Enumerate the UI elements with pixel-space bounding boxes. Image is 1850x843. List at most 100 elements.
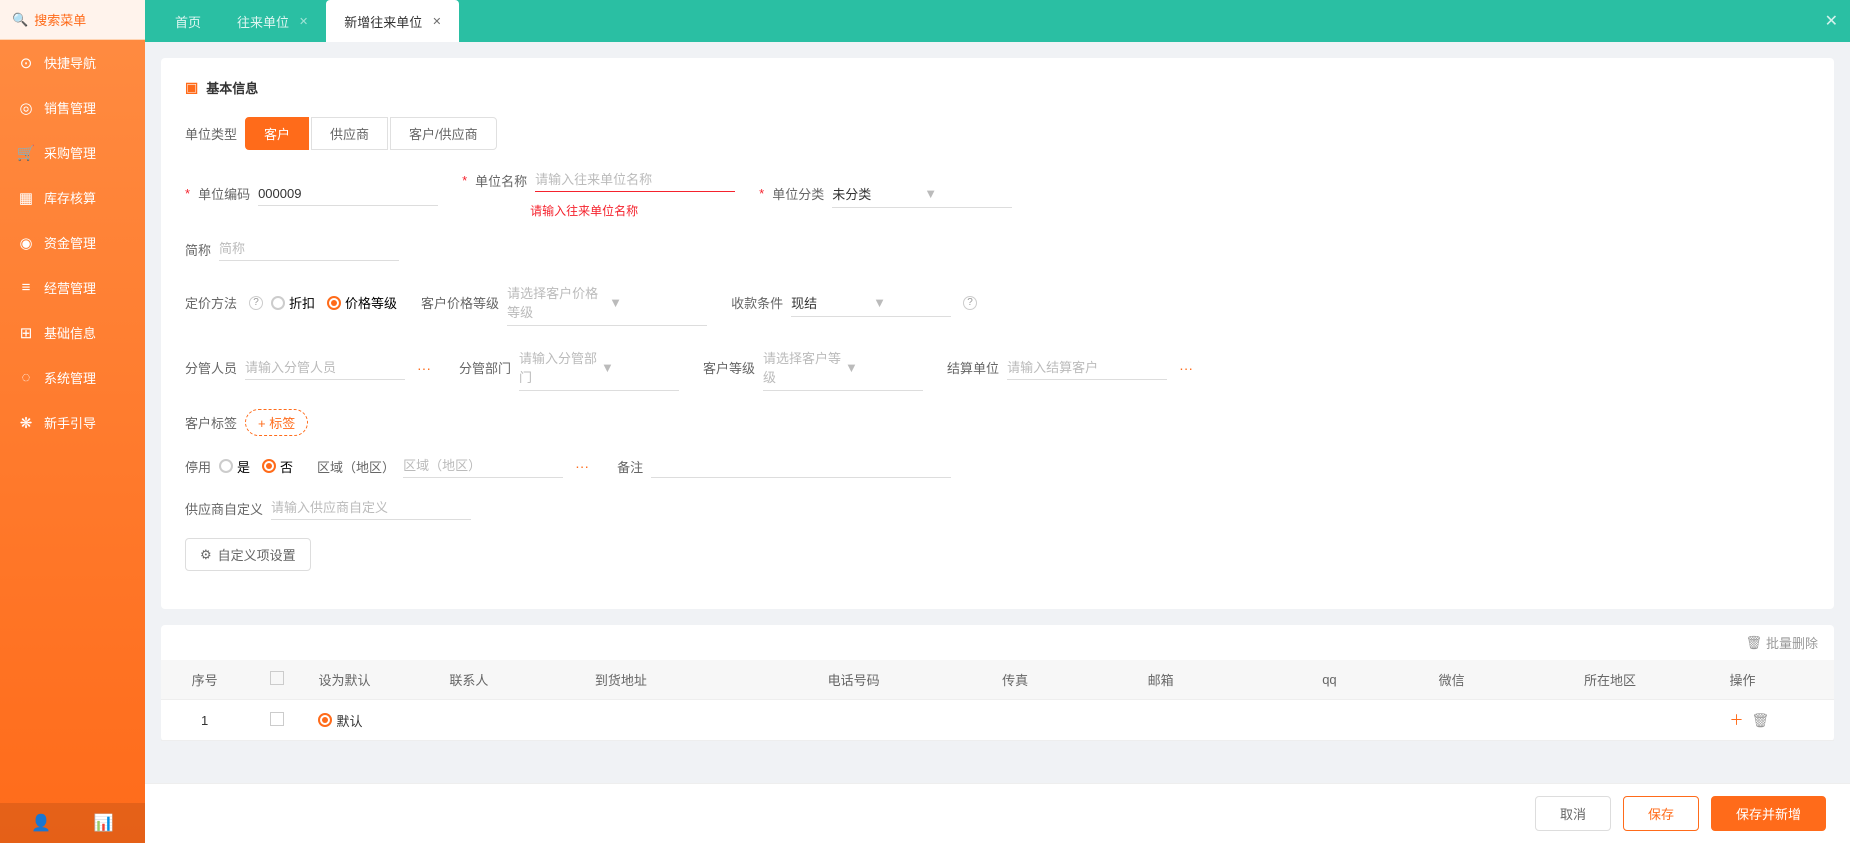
unit-category-select[interactable]: 未分类 ▼ [832,180,1012,208]
inventory-icon: ▦ [16,189,36,207]
manager-input[interactable] [245,356,405,380]
dept-chevron-icon: ▼ [601,360,679,375]
row-wechat[interactable] [1427,700,1572,741]
remarks-input[interactable] [651,454,951,478]
tab-new-partner-close[interactable]: ✕ [432,15,441,28]
row-email-input[interactable] [1148,713,1299,728]
table-header-row: 序号 设为默认 联系人 到货地址 [161,660,1834,700]
row-wechat-input[interactable] [1439,713,1560,728]
payment-info-icon[interactable]: ? [963,296,977,310]
row-phone-input[interactable] [828,713,979,728]
sidebar-item-inventory[interactable]: ▦ 库存核算 [0,175,145,220]
sidebar-item-purchase[interactable]: 🛒 采购管理 [0,130,145,175]
row-qq[interactable] [1310,700,1426,741]
save-button[interactable]: 保存 [1623,796,1699,831]
tab-partners-close[interactable]: ✕ [299,15,308,28]
tab-partners[interactable]: 往来单位 ✕ [219,0,326,42]
sidebar-search[interactable]: 🔍 搜索菜单 [0,0,145,40]
settlement-more-icon[interactable]: ··· [1175,360,1197,376]
pricing-info-icon[interactable]: ? [249,296,263,310]
sidebar-item-label: 资金管理 [44,233,96,252]
department-select[interactable]: 请输入分管部门 ▼ [519,344,679,391]
col-header-area: 所在地区 [1572,660,1717,700]
tab-new-partner[interactable]: 新增往来单位 ✕ [326,0,459,42]
tab-home[interactable]: 首页 [157,0,219,42]
row-address[interactable] [583,700,816,741]
unit-code-group: * 单位编码 [185,182,438,206]
unit-name-label: 单位名称 [475,171,527,190]
add-tag-label: + 标签 [258,413,295,432]
cancel-button[interactable]: 取消 [1535,796,1611,831]
section-title-icon: ▣ [185,79,198,96]
radio-yes[interactable]: 是 [219,457,250,476]
row-fax-input[interactable] [1002,713,1123,728]
row-phone[interactable] [816,700,991,741]
row-default-radio[interactable]: 默认 [318,711,425,730]
unit-category-value: 未分类 [832,184,920,203]
row-email[interactable] [1136,700,1311,741]
row-area[interactable] [1572,700,1717,741]
region-more-icon[interactable]: ··· [571,458,593,474]
row-checkbox-input[interactable] [270,712,284,726]
close-all-tabs[interactable]: ✕ [1825,11,1838,31]
row-default[interactable]: 默认 [306,700,437,741]
price-level-chevron-icon: ▼ [609,295,707,310]
settlement-label: 结算单位 [947,358,999,377]
department-group: 分管部门 请输入分管部门 ▼ [459,344,679,391]
row-address-input[interactable] [595,713,804,728]
sidebar-item-guide[interactable]: ❋ 新手引导 [0,400,145,445]
row-fax[interactable] [990,700,1135,741]
sidebar-item-operations[interactable]: ≡ 经营管理 [0,265,145,310]
row-qq-input[interactable] [1322,713,1414,728]
custom-settings-button[interactable]: ⚙ 自定义项设置 [185,538,311,571]
radio-no[interactable]: 否 [262,457,293,476]
supplier-custom-input[interactable] [271,496,471,520]
row-action: ＋ 🗑 [1718,700,1834,741]
row-contact-input[interactable] [449,713,570,728]
supplier-custom-group: 供应商自定义 [185,496,471,520]
sidebar-item-quick-nav[interactable]: ⊙ 快捷导航 [0,40,145,85]
payment-terms-select[interactable]: 现结 ▼ [791,289,951,317]
radio-price-level-label: 价格等级 [345,293,397,312]
radio-price-level[interactable]: 价格等级 [327,293,397,312]
payment-terms-label: 收款条件 [731,293,783,312]
batch-delete-button[interactable]: 🗑 批量删除 [1745,633,1818,652]
basic-info-icon: ⊞ [16,324,36,342]
type-btn-both[interactable]: 客户/供应商 [390,117,497,150]
row-checkbox[interactable] [248,700,306,741]
customer-level-select[interactable]: 请选择客户等级 ▼ [763,344,923,391]
unit-code-input[interactable] [258,182,438,206]
customer-level-placeholder: 请选择客户等级 [763,348,841,386]
region-input[interactable] [403,454,563,478]
manager-more-icon[interactable]: ··· [413,360,435,376]
save-new-button[interactable]: 保存并新增 [1711,796,1826,831]
unit-type-buttons: 客户 供应商 客户/供应商 [245,117,497,150]
row-delete-button[interactable]: 🗑 [1752,712,1770,729]
sidebar-item-finance[interactable]: ◉ 资金管理 [0,220,145,265]
unit-name-group: * 单位名称 请输入往来单位名称 [462,168,735,219]
sidebar-item-label: 基础信息 [44,323,96,342]
settlement-input[interactable] [1007,356,1167,380]
type-btn-customer[interactable]: 客户 [245,117,309,150]
required-star3: * [759,186,764,201]
chart-icon[interactable]: 📊 [94,813,114,833]
add-tag-button[interactable]: + 标签 [245,409,308,436]
header-checkbox[interactable] [270,671,284,685]
row-contact[interactable] [437,700,582,741]
short-name-input[interactable] [219,237,399,261]
sidebar-item-sales[interactable]: ◎ 销售管理 [0,85,145,130]
user-icon[interactable]: 👤 [31,813,51,833]
unit-name-input[interactable] [535,168,735,192]
radio-discount[interactable]: 折扣 [271,293,315,312]
remarks-label: 备注 [617,457,643,476]
radio-price-level-circle [327,296,341,310]
row-add-button[interactable]: ＋ [1730,710,1744,730]
sidebar-item-system[interactable]: ◌ 系统管理 [0,355,145,400]
type-btn-supplier[interactable]: 供应商 [311,117,388,150]
customer-price-level-select[interactable]: 请选择客户价格等级 ▼ [507,279,707,326]
sidebar-item-basic-info[interactable]: ⊞ 基础信息 [0,310,145,355]
col-header-checkbox[interactable] [248,660,306,700]
col-header-contact: 联系人 [437,660,582,700]
row-area-input[interactable] [1584,713,1705,728]
settlement-group: 结算单位 ··· [947,356,1197,380]
